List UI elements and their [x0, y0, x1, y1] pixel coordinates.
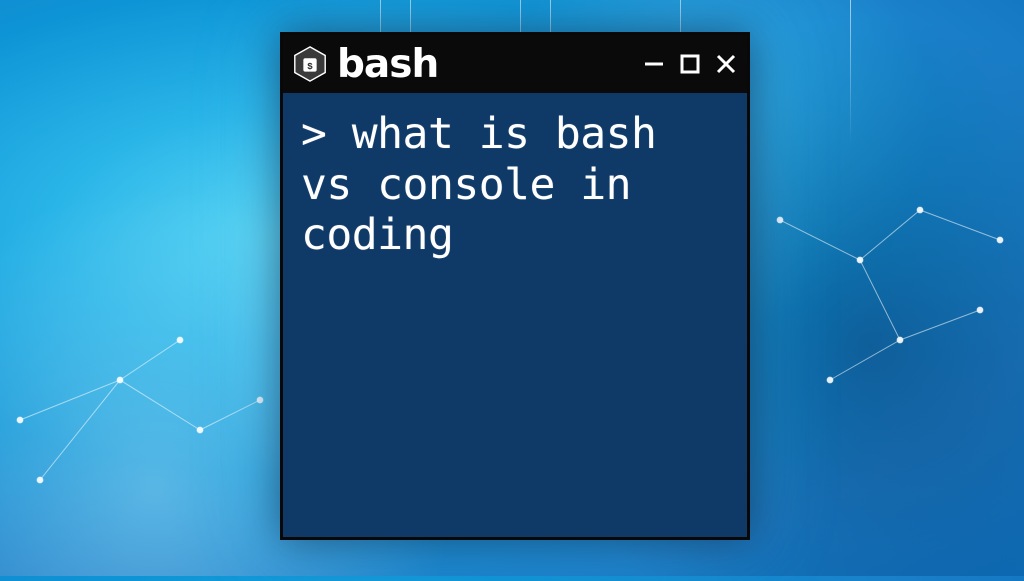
prompt: >: [301, 109, 352, 159]
maximize-button[interactable]: [679, 53, 701, 75]
window-title: bash: [337, 42, 635, 87]
close-button[interactable]: [715, 53, 737, 75]
minimize-button[interactable]: [643, 53, 665, 75]
command-text: what is bash vs console in coding: [301, 109, 656, 260]
svg-text:$: $: [307, 61, 313, 72]
titlebar[interactable]: $ bash: [283, 35, 747, 93]
window-controls: [643, 53, 737, 75]
bash-icon: $: [291, 45, 329, 83]
decor-streak: [850, 0, 851, 144]
terminal-body[interactable]: > what is bash vs console in coding: [283, 93, 747, 277]
terminal-window: $ bash > what is bash vs: [280, 32, 750, 540]
